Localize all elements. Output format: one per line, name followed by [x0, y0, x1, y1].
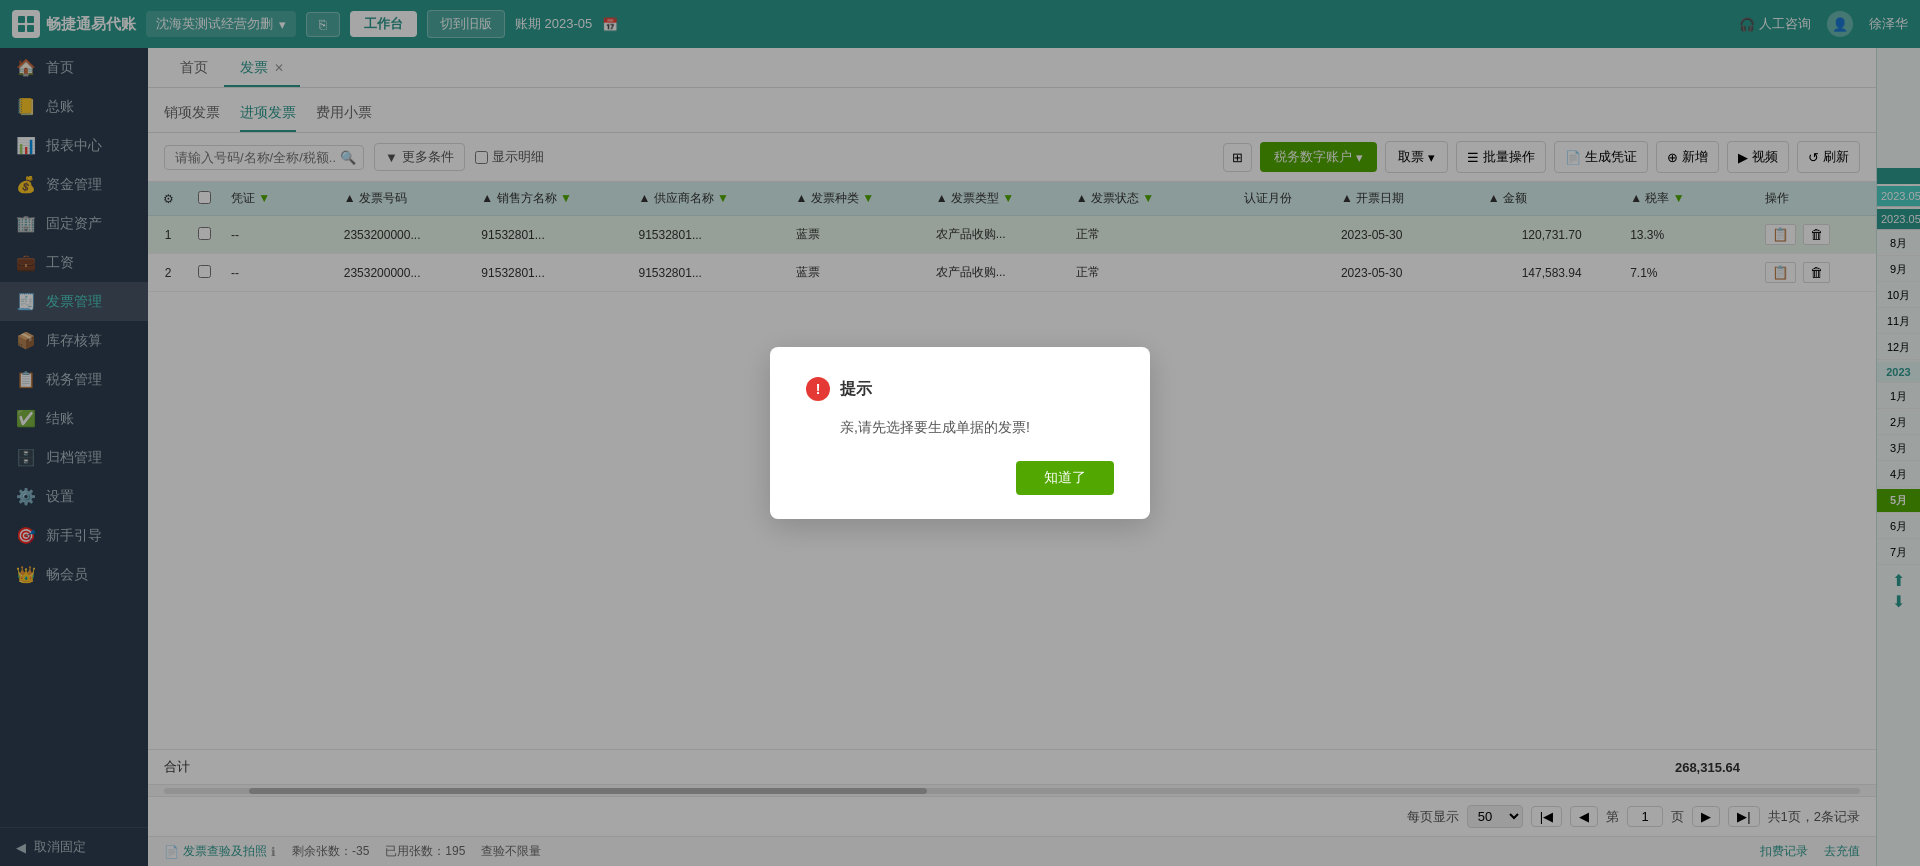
modal-confirm-button[interactable]: 知道了 [1016, 461, 1114, 495]
modal-box: ! 提示 亲,请先选择要生成单据的发票! 知道了 [770, 347, 1150, 519]
modal-title: 提示 [840, 379, 872, 400]
modal-body: 亲,请先选择要生成单据的发票! [806, 419, 1114, 437]
modal-overlay[interactable]: ! 提示 亲,请先选择要生成单据的发票! 知道了 [0, 0, 1920, 866]
modal-footer: 知道了 [806, 461, 1114, 495]
warning-icon: ! [806, 377, 830, 401]
modal-header: ! 提示 [806, 377, 1114, 401]
